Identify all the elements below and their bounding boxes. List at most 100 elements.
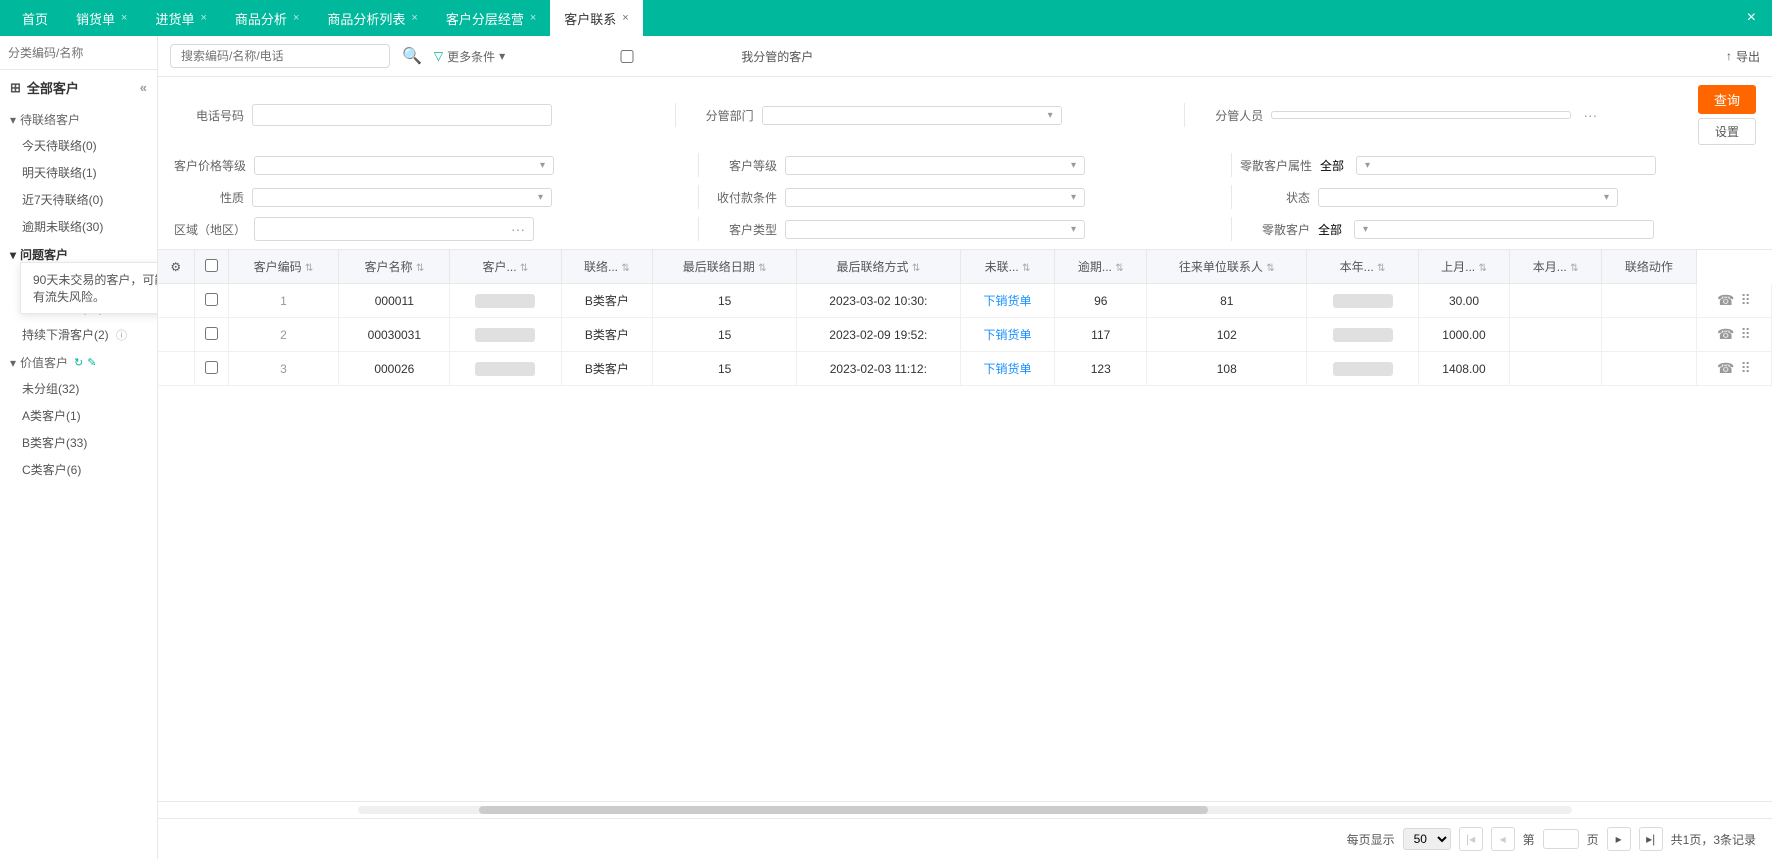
nav-customer-contact[interactable]: 客户联系 × xyxy=(550,0,642,36)
filter-person-select[interactable] xyxy=(1271,111,1571,119)
more-icon-0[interactable]: ⠿ xyxy=(1740,292,1750,309)
filter-scatter-attr: 零散客户属性 全部 ▾ xyxy=(1240,156,1756,175)
col-last-month[interactable]: 上月... ⇅ xyxy=(1418,250,1510,284)
cell-contacts-2 xyxy=(1307,352,1418,386)
filter-scatter-customer: 零散客户 全部 ▾ xyxy=(1240,220,1756,239)
col-contacts-person[interactable]: 往来单位联系人 ⇅ xyxy=(1147,250,1307,284)
nav-purchase-label: 进货单 xyxy=(155,9,194,28)
section-value-customers[interactable]: ▾ 价值客户 ↻ ✎ xyxy=(0,348,157,375)
col-code[interactable]: 客户编码 ⇅ xyxy=(228,250,339,284)
nav-customer-contact-close[interactable]: × xyxy=(622,12,628,24)
nav-purchase[interactable]: 进货单 × xyxy=(141,0,220,36)
sidebar-item-7days[interactable]: 近7天待联络(0) xyxy=(0,186,157,213)
today-label: 今天待联络(0) xyxy=(22,139,97,153)
filter-scatter-customer-select[interactable]: ▾ xyxy=(1354,220,1654,239)
query-button[interactable]: 查询 xyxy=(1698,85,1756,114)
filter-phone-input[interactable] xyxy=(252,104,552,126)
col-settings[interactable]: ⚙ xyxy=(158,250,194,284)
nav-customer-tier-close[interactable]: × xyxy=(530,12,536,24)
nav-goods-analysis-close[interactable]: × xyxy=(293,12,299,24)
per-page-select[interactable]: 50 xyxy=(1403,828,1451,850)
more-conditions-button[interactable]: ▽ 更多条件 ▾ xyxy=(434,48,505,65)
export-button[interactable]: ↑ 导出 xyxy=(1726,48,1760,65)
filter-status-select[interactable]: ▾ xyxy=(1318,188,1618,207)
filter-region-label: 区域（地区） xyxy=(174,221,246,238)
filter-region-input[interactable]: ··· xyxy=(254,217,534,241)
sidebar-item-tomorrow[interactable]: 明天待联络(1) xyxy=(0,159,157,186)
filter-customer-grade-select[interactable]: ▾ xyxy=(785,156,1085,175)
nav-goods-analysis[interactable]: 商品分析 × xyxy=(221,0,313,36)
row-checkbox-1[interactable] xyxy=(205,327,218,340)
last-page-button[interactable]: ▸| xyxy=(1639,827,1663,851)
sidebar: 🔍 ⊞ 全部客户 « ▾ 待联络客户 今天待联络(0) 明天待联络(1) 近7天… xyxy=(0,36,158,859)
sidebar-all-customers[interactable]: ⊞ 全部客户 « xyxy=(0,70,157,105)
col-last-date[interactable]: 最后联络日期 ⇅ xyxy=(653,250,797,284)
region-dots[interactable]: ··· xyxy=(511,221,525,237)
nav-customer-tier[interactable]: 客户分层经营 × xyxy=(432,0,550,36)
sidebar-item-declining[interactable]: 持续下滑客户(2) ⓘ xyxy=(0,321,157,348)
sidebar-item-a-class[interactable]: A类客户(1) xyxy=(0,402,157,429)
nav-home[interactable]: 首页 xyxy=(8,0,62,36)
sidebar-item-ungroup[interactable]: 未分组(32) xyxy=(0,375,157,402)
col-this-month[interactable]: 本月... ⇅ xyxy=(1510,250,1602,284)
page-number-input[interactable]: 1 xyxy=(1543,829,1579,849)
contact-icon-1[interactable]: ☎ xyxy=(1717,326,1734,343)
sidebar-search-input[interactable] xyxy=(8,46,158,60)
filter-person-dots[interactable]: ··· xyxy=(1583,107,1597,123)
col-overdue[interactable]: 逾期... ⇅ xyxy=(1055,250,1147,284)
filter-payment-select[interactable]: ▾ xyxy=(785,188,1085,207)
sidebar-item-b-class[interactable]: B类客户(33) xyxy=(0,429,157,456)
filter-nature-select[interactable]: ▾ xyxy=(252,188,552,207)
cell-last-method-1[interactable]: 下销货单 xyxy=(960,318,1055,352)
search-button[interactable]: 🔍 xyxy=(402,46,422,66)
more-icon-2[interactable]: ⠿ xyxy=(1740,360,1750,377)
horizontal-scrollbar[interactable] xyxy=(358,806,1572,814)
my-customers-checkbox[interactable] xyxy=(517,50,737,63)
row-checkbox-2[interactable] xyxy=(205,361,218,374)
col-type[interactable]: 客户... ⇅ xyxy=(450,250,561,284)
nav-goods-analysis-list[interactable]: 商品分析列表 × xyxy=(313,0,431,36)
section-pending-contact[interactable]: ▾ 待联络客户 xyxy=(0,105,157,132)
col-this-year[interactable]: 本年... ⇅ xyxy=(1307,250,1418,284)
filter-customer-type-select[interactable]: ▾ xyxy=(785,220,1085,239)
nav-sales-close[interactable]: × xyxy=(121,12,127,24)
nav-sales[interactable]: 销货单 × xyxy=(62,0,141,36)
nav-goods-analysis-list-close[interactable]: × xyxy=(411,12,417,24)
col-contact[interactable]: 联络... ⇅ xyxy=(561,250,653,284)
next-page-button[interactable]: ▸ xyxy=(1607,827,1631,851)
more-icon-1[interactable]: ⠿ xyxy=(1740,326,1750,343)
col-action: 联络动作 xyxy=(1601,250,1696,284)
sidebar-search-container: 🔍 xyxy=(0,36,157,70)
filter-dept-select[interactable]: ▾ xyxy=(762,106,1062,125)
prev-page-button[interactable]: ◂ xyxy=(1491,827,1515,851)
cell-num-0: 1 xyxy=(228,284,339,318)
scrollbar-thumb[interactable] xyxy=(479,806,1207,814)
select-all-checkbox[interactable] xyxy=(205,259,218,272)
col-name[interactable]: 客户名称 ⇅ xyxy=(339,250,450,284)
my-customers-checkbox-wrap[interactable]: 我分管的客户 xyxy=(517,48,813,65)
value-refresh-icon[interactable]: ↻ xyxy=(74,356,83,369)
value-edit-icon[interactable]: ✎ xyxy=(87,356,96,369)
blurred-name-2 xyxy=(475,362,535,376)
search-input[interactable] xyxy=(170,44,390,68)
filter-scatter-attr-label: 零散客户属性 xyxy=(1240,157,1312,174)
nav-purchase-close[interactable]: × xyxy=(200,12,206,24)
col-last-method[interactable]: 最后联络方式 ⇅ xyxy=(797,250,961,284)
sidebar-item-c-class[interactable]: C类客户(6) xyxy=(0,456,157,483)
row-checkbox-0[interactable] xyxy=(205,293,218,306)
sidebar-item-overdue[interactable]: 逾期未联络(30) xyxy=(0,213,157,240)
filter-icon: ▽ xyxy=(434,49,443,63)
cell-last-method-2[interactable]: 下销货单 xyxy=(960,352,1055,386)
filter-price-grade-select[interactable]: ▾ xyxy=(254,156,554,175)
sidebar-item-today[interactable]: 今天待联络(0) xyxy=(0,132,157,159)
close-window-button[interactable]: × xyxy=(1739,9,1764,27)
filter-scatter-attr-select[interactable]: ▾ xyxy=(1356,156,1656,175)
cell-last-date-2: 2023-02-03 11:12: xyxy=(797,352,961,386)
more-conditions-label: 更多条件 xyxy=(447,48,495,65)
col-uncontacted[interactable]: 未联... ⇅ xyxy=(960,250,1055,284)
setting-button[interactable]: 设置 xyxy=(1698,118,1756,145)
contact-icon-0[interactable]: ☎ xyxy=(1717,292,1734,309)
cell-last-method-0[interactable]: 下销货单 xyxy=(960,284,1055,318)
contact-icon-2[interactable]: ☎ xyxy=(1717,360,1734,377)
first-page-button[interactable]: |◂ xyxy=(1459,827,1483,851)
